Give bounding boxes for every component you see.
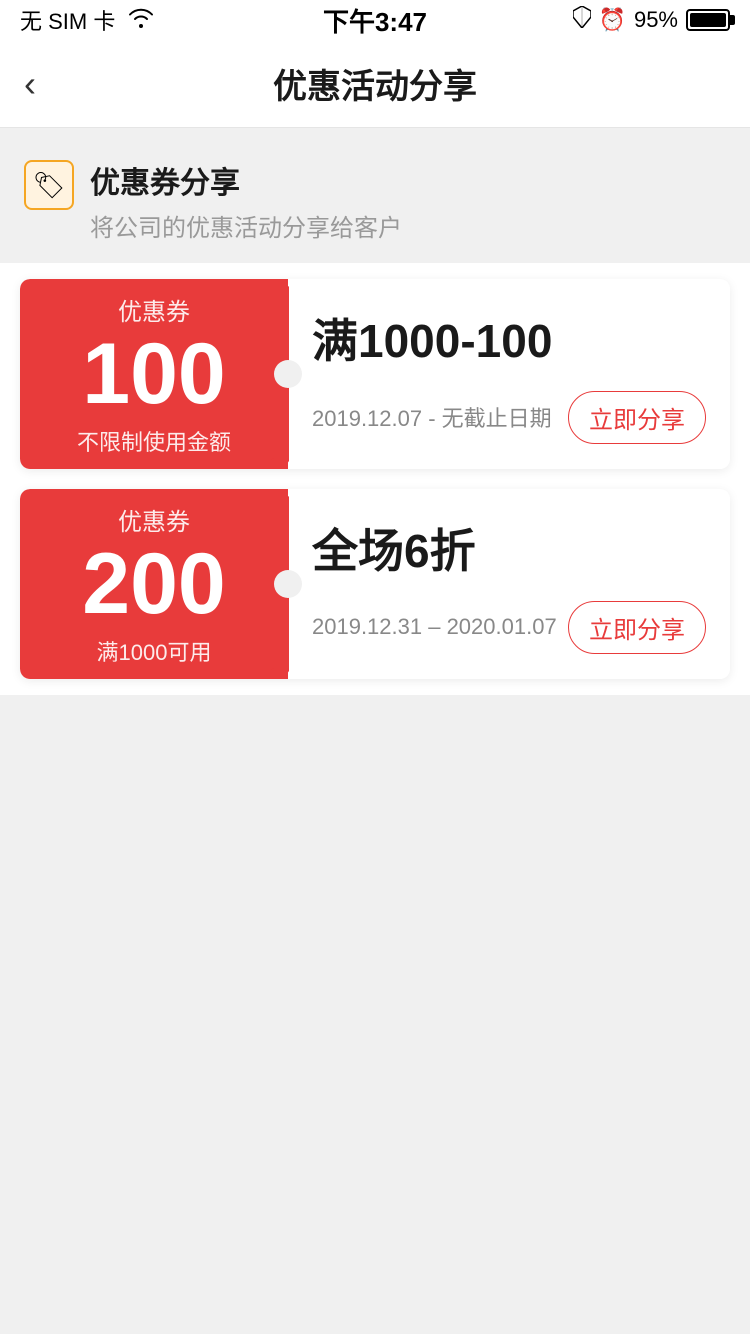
back-button[interactable]: ‹ xyxy=(24,63,36,105)
coupon-right-2: 全场6折 2019.12.31 – 2020.01.07 立即分享 xyxy=(288,489,730,679)
section-icon: 🏷 xyxy=(24,160,74,210)
section-title: 优惠券分享 xyxy=(90,158,402,202)
coupon-date-2: 2019.12.31 – 2020.01.07 xyxy=(312,614,557,640)
wifi-icon xyxy=(127,6,155,34)
alarm-icon: ⏰ xyxy=(599,7,626,33)
share-button-1[interactable]: 立即分享 xyxy=(568,391,706,444)
empty-area xyxy=(0,695,750,1095)
battery-text: 95% xyxy=(634,7,678,33)
coupon-list: 优惠券 100 不限制使用金额 满1000-100 2019.12.07 - 无… xyxy=(0,263,750,695)
status-right: ⏰ 95% xyxy=(573,6,730,34)
coupon-card: 优惠券 100 不限制使用金额 满1000-100 2019.12.07 - 无… xyxy=(20,279,730,469)
coupon-card-2: 优惠券 200 满1000可用 全场6折 2019.12.31 – 2020.0… xyxy=(20,489,730,679)
coupon-right-1: 满1000-100 2019.12.07 - 无截止日期 立即分享 xyxy=(288,279,730,469)
location-icon xyxy=(573,6,591,34)
section-subtitle: 将公司的优惠活动分享给客户 xyxy=(90,208,402,243)
page-title: 优惠活动分享 xyxy=(273,59,477,108)
coupon-type-2: 优惠券 xyxy=(118,502,190,537)
section-header: 🏷 优惠券分享 将公司的优惠活动分享给客户 xyxy=(0,128,750,263)
coupon-name-1: 满1000-100 xyxy=(312,305,706,371)
coupon-type-1: 优惠券 xyxy=(118,292,190,327)
status-bar: 无 SIM 卡 下午3:47 ⏰ 95% xyxy=(0,0,750,40)
coupon-left-2: 优惠券 200 满1000可用 xyxy=(20,489,288,679)
coupon-condition-1: 不限制使用金额 xyxy=(77,425,231,457)
carrier-text: 无 SIM 卡 xyxy=(20,4,115,36)
coupon-name-2: 全场6折 xyxy=(312,515,706,581)
coupon-bottom-row-1: 2019.12.07 - 无截止日期 立即分享 xyxy=(312,391,706,444)
coupon-amount-2: 200 xyxy=(82,541,226,627)
status-time: 下午3:47 xyxy=(323,2,427,39)
coupon-amount-1: 100 xyxy=(82,331,226,417)
coupon-left-1: 优惠券 100 不限制使用金额 xyxy=(20,279,288,469)
section-text: 优惠券分享 将公司的优惠活动分享给客户 xyxy=(90,158,402,243)
battery-icon xyxy=(686,9,730,31)
coupon-date-1: 2019.12.07 - 无截止日期 xyxy=(312,401,552,433)
status-left: 无 SIM 卡 xyxy=(20,4,155,36)
nav-bar: ‹ 优惠活动分享 xyxy=(0,40,750,128)
share-button-2[interactable]: 立即分享 xyxy=(568,601,706,654)
coupon-bottom-row-2: 2019.12.31 – 2020.01.07 立即分享 xyxy=(312,601,706,654)
coupon-condition-2: 满1000可用 xyxy=(97,635,212,667)
